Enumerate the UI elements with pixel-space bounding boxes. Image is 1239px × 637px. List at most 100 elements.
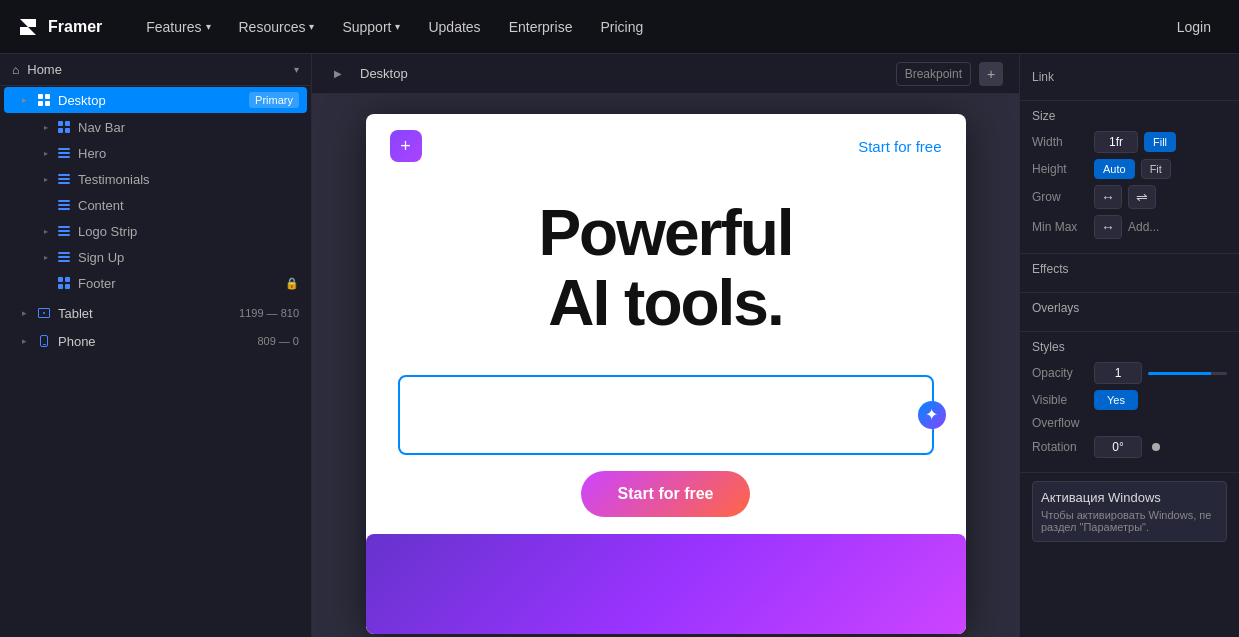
expand-icon: ▸ — [40, 145, 52, 161]
opacity-slider[interactable] — [1148, 372, 1227, 375]
grow-arrow-button[interactable]: ↔ — [1094, 185, 1122, 209]
rotation-label: Rotation — [1032, 440, 1088, 454]
activation-notice: Активация Windows Чтобы активировать Win… — [1032, 481, 1227, 542]
canvas-toolbar: ▶ Desktop Breakpoint + — [312, 54, 1019, 94]
sidebar-item-label: Hero — [78, 146, 106, 161]
chevron-down-icon: ▾ — [206, 21, 211, 32]
canvas-content[interactable]: + Start for free Powerful AI tools. ✦ — [312, 94, 1019, 637]
rotation-input[interactable] — [1094, 436, 1142, 458]
preview-cta: Start for free — [366, 471, 966, 517]
canvas-area: ▶ Desktop Breakpoint + + Start for free — [312, 54, 1019, 637]
overlays-title: Overlays — [1032, 301, 1227, 315]
nav-support[interactable]: Support ▾ — [330, 13, 412, 41]
logo[interactable]: Framer — [16, 15, 102, 39]
sidebar-item-content[interactable]: Content — [4, 193, 307, 217]
height-label: Height — [1032, 162, 1088, 176]
visible-yes-button[interactable]: Yes — [1094, 390, 1138, 410]
opacity-row: Opacity — [1032, 362, 1227, 384]
visible-row: Visible Yes — [1032, 390, 1227, 410]
preview-start-button[interactable]: Start for free — [858, 138, 941, 155]
chevron-down-icon: ▾ — [309, 21, 314, 32]
grow-stretch-button[interactable]: ⇌ — [1128, 185, 1156, 209]
width-input[interactable] — [1094, 131, 1138, 153]
minmax-arrow-button[interactable]: ↔ — [1094, 215, 1122, 239]
nav-links: Features ▾ Resources ▾ Support ▾ Updates… — [134, 13, 1164, 41]
play-icon: ▶ — [334, 68, 342, 79]
styles-section: Styles Opacity Visible Yes Overflow Rota… — [1020, 332, 1239, 473]
preview-frame: + Start for free Powerful AI tools. ✦ — [366, 114, 966, 634]
grow-row: Grow ↔ ⇌ — [1032, 185, 1227, 209]
search-plus-icon[interactable]: ✦ — [918, 401, 946, 429]
home-icon: ⌂ — [12, 63, 19, 77]
expand-icon: ▸ — [16, 92, 32, 108]
overlays-section: Overlays — [1020, 293, 1239, 332]
tablet-icon — [36, 305, 52, 321]
sidebar-item-navbar[interactable]: ▸ Nav Bar — [4, 115, 307, 139]
activation-title: Активация Windows — [1041, 490, 1218, 505]
minmax-add-button[interactable]: Add... — [1128, 220, 1159, 234]
grid-icon — [36, 92, 52, 108]
phone-icon — [36, 333, 52, 349]
sidebar-item-tablet[interactable]: ▸ Tablet 1199 — 810 — [4, 300, 307, 326]
sidebar-item-desktop[interactable]: ▸ Desktop Primary — [4, 87, 307, 113]
stack-icon — [56, 197, 72, 213]
preview-hero: Powerful AI tools. — [366, 178, 966, 359]
sidebar-item-label: Nav Bar — [78, 120, 125, 135]
effects-section: Effects — [1020, 254, 1239, 293]
expand-icon — [40, 197, 52, 213]
plus-icon: + — [400, 136, 411, 157]
size-title: Size — [1032, 109, 1227, 123]
sidebar-item-label: Content — [78, 198, 124, 213]
effects-title: Effects — [1032, 262, 1227, 276]
height-auto-button[interactable]: Auto — [1094, 159, 1135, 179]
play-button[interactable]: ▶ — [328, 64, 348, 84]
sidebar-home-left: ⌂ Home — [12, 62, 62, 77]
sidebar-home[interactable]: ⌂ Home ▾ — [0, 54, 311, 86]
opacity-input[interactable] — [1094, 362, 1142, 384]
link-section: Link — [1020, 62, 1239, 101]
expand-icon: ▸ — [16, 305, 32, 321]
login-button[interactable]: Login — [1165, 13, 1223, 41]
preview-logo: + — [390, 130, 422, 162]
activation-message: Чтобы активировать Windows, пе раздел "П… — [1041, 509, 1218, 533]
lock-icon: 🔒 — [285, 277, 299, 290]
nav-enterprise[interactable]: Enterprise — [497, 13, 585, 41]
canvas-title: Desktop — [360, 66, 408, 81]
preview-search-box[interactable]: ✦ — [398, 375, 934, 455]
sidebar-item-phone[interactable]: ▸ Phone 809 — 0 — [4, 328, 307, 354]
styles-title: Styles — [1032, 340, 1227, 354]
chevron-down-icon: ▾ — [294, 64, 299, 75]
rotation-row: Rotation — [1032, 436, 1227, 458]
sidebar-item-signup[interactable]: ▸ Sign Up — [4, 245, 307, 269]
overflow-label: Overflow — [1032, 416, 1088, 430]
sidebar-item-testimonials[interactable]: ▸ Testimonials — [4, 167, 307, 191]
stack-icon — [56, 249, 72, 265]
canvas-toolbar-right: Breakpoint + — [896, 62, 1003, 86]
width-fill-button[interactable]: Fill — [1144, 132, 1176, 152]
sidebar-item-label: Logo Strip — [78, 224, 137, 239]
sidebar-item-hero[interactable]: ▸ Hero — [4, 141, 307, 165]
nav-pricing[interactable]: Pricing — [588, 13, 655, 41]
chevron-down-icon: ▾ — [395, 21, 400, 32]
expand-icon: ▸ — [16, 333, 32, 349]
expand-icon: ▸ — [40, 223, 52, 239]
opacity-label: Opacity — [1032, 366, 1088, 380]
expand-icon — [40, 275, 52, 291]
grow-label: Grow — [1032, 190, 1088, 204]
add-breakpoint-button[interactable]: + — [979, 62, 1003, 86]
nav-resources[interactable]: Resources ▾ — [227, 13, 327, 41]
preview-cta-button[interactable]: Start for free — [581, 471, 749, 517]
sidebar-item-footer[interactable]: Footer 🔒 — [4, 271, 307, 295]
width-row: Width Fill — [1032, 131, 1227, 153]
sidebar-item-logostrip[interactable]: ▸ Logo Strip — [4, 219, 307, 243]
nav-updates[interactable]: Updates — [416, 13, 492, 41]
breakpoint-button[interactable]: Breakpoint — [896, 62, 971, 86]
nav-right: Login — [1165, 18, 1223, 36]
left-sidebar: ⌂ Home ▾ ▸ Desktop Primary ▸ — [0, 54, 312, 637]
nav-features[interactable]: Features ▾ — [134, 13, 222, 41]
height-fit-button[interactable]: Fit — [1141, 159, 1171, 179]
sidebar-item-label: Sign Up — [78, 250, 124, 265]
grid-icon — [56, 119, 72, 135]
expand-icon: ▸ — [40, 249, 52, 265]
stack-icon — [56, 171, 72, 187]
